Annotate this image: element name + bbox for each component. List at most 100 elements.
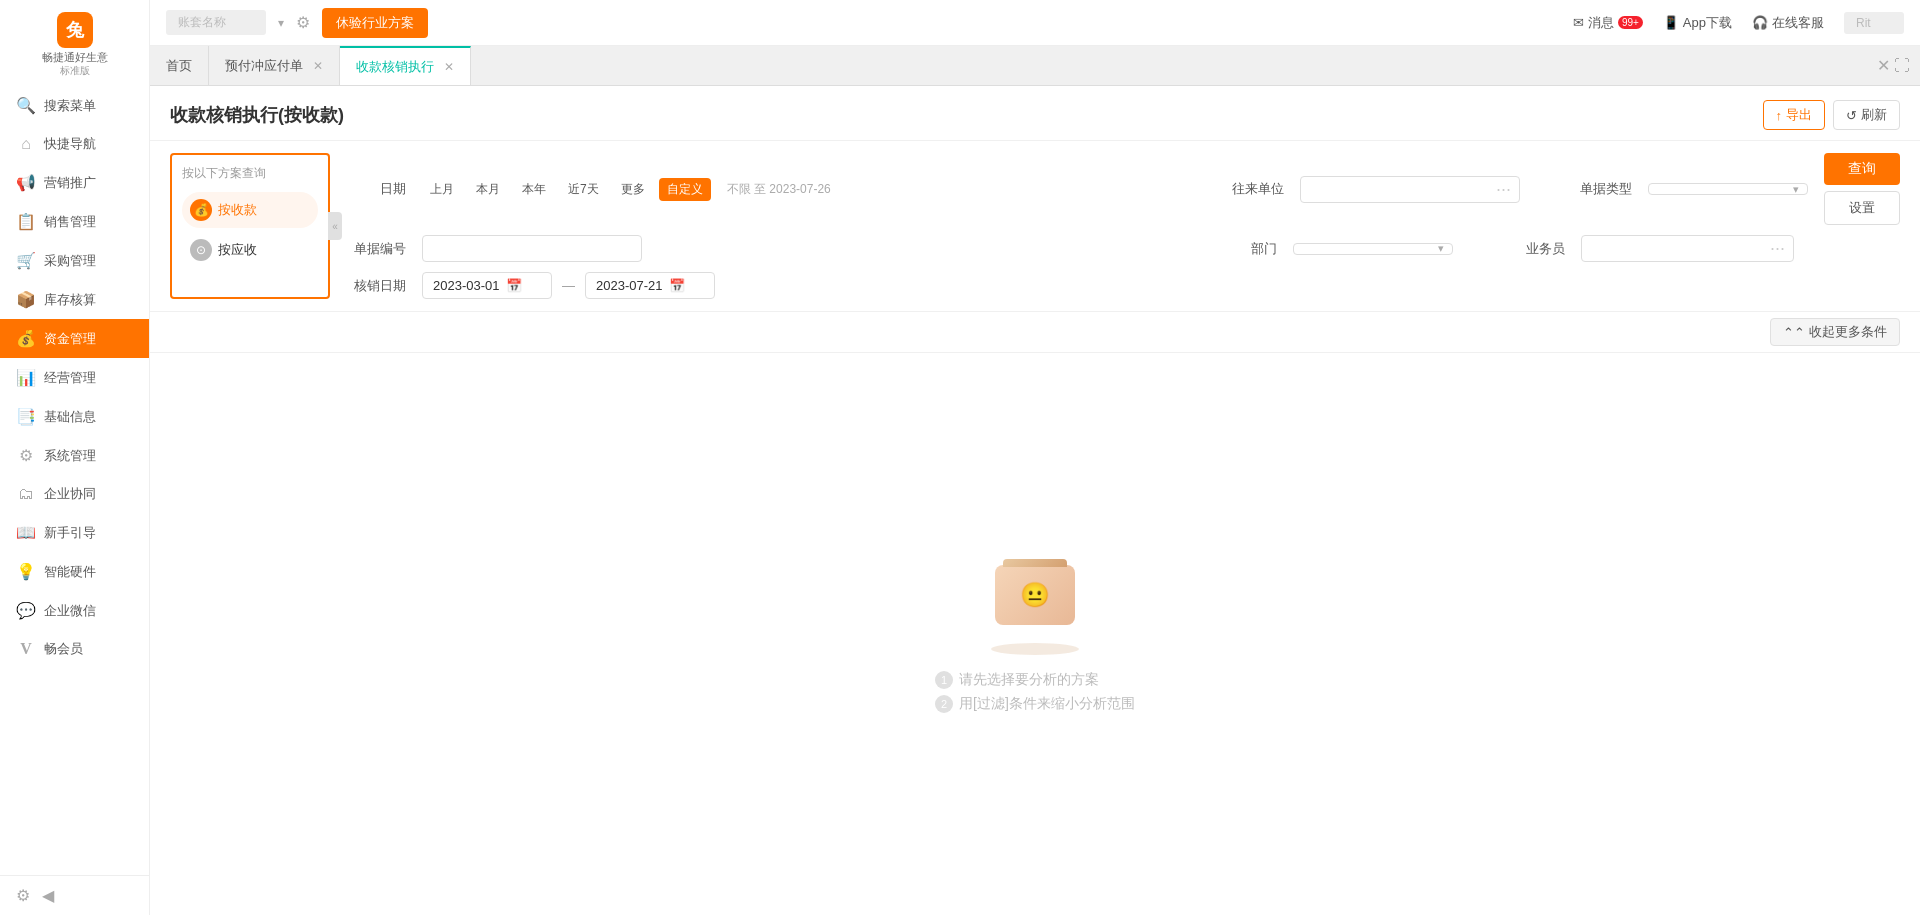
collapse-sidebar-icon[interactable]: ◀ [42, 886, 54, 905]
account-chevron-icon[interactable]: ▾ [278, 16, 284, 30]
calendar-from-icon[interactable]: 📅 [506, 278, 522, 293]
industry-btn[interactable]: 休验行业方案 [322, 8, 428, 38]
date-label: 日期 [346, 180, 406, 198]
message-btn[interactable]: ✉ 消息 99+ [1573, 14, 1643, 32]
sidebar-item-hardware[interactable]: 💡 智能硬件 [0, 552, 149, 591]
filter-option-by-receivable[interactable]: ⊙ 按应收 [182, 232, 318, 268]
sidebar-item-marketing[interactable]: 📢 营销推广 [0, 163, 149, 202]
tab-prepay-close-icon[interactable]: ✕ [313, 59, 323, 73]
counterpart-input[interactable]: ··· [1300, 176, 1520, 203]
date-range-dash: — [562, 278, 575, 293]
empty-illustration: 😐 [975, 555, 1095, 655]
doc-type-select[interactable] [1648, 183, 1808, 195]
export-btn[interactable]: ↑ 导出 [1763, 100, 1826, 130]
settings-filter-btn[interactable]: 设置 [1824, 191, 1900, 225]
sidebar-item-base-info[interactable]: 📑 基础信息 [0, 397, 149, 436]
close-tab-icon[interactable]: ✕ [1877, 56, 1890, 75]
sidebar-item-management[interactable]: 📊 经营管理 [0, 358, 149, 397]
counterpart-label: 往来单位 [1224, 180, 1284, 198]
app-logo-icon: 兔 [57, 12, 93, 48]
sidebar-item-sales[interactable]: 📋 销售管理 [0, 202, 149, 241]
topbar: 账套名称 ▾ ⚙ 休验行业方案 ✉ 消息 99+ 📱 App下载 🎧 在线客服 … [150, 0, 1920, 46]
verify-date-to-field[interactable]: 2023-07-21 📅 [585, 272, 715, 299]
member-icon: V [16, 640, 36, 658]
purchase-icon: 🛒 [16, 251, 36, 270]
sidebar-item-search[interactable]: 🔍 搜索菜单 [0, 86, 149, 125]
topbar-right: ✉ 消息 99+ 📱 App下载 🎧 在线客服 Rit [1573, 12, 1904, 34]
wechat-icon: 💬 [16, 601, 36, 620]
message-label: 消息 [1588, 14, 1614, 32]
sidebar-item-label: 系统管理 [44, 447, 96, 465]
account-selector[interactable]: 账套名称 [166, 10, 266, 35]
hint-2-text: 用[过滤]条件来缩小分析范围 [959, 695, 1135, 713]
app-download-icon: 📱 [1663, 15, 1679, 30]
collapse-conditions-btn[interactable]: ⌃⌃ 收起更多条件 [1770, 318, 1900, 346]
sidebar-item-label: 采购管理 [44, 252, 96, 270]
staff-dots-icon[interactable]: ··· [1770, 238, 1793, 259]
sidebar-item-label: 库存核算 [44, 291, 96, 309]
sidebar-item-label: 资金管理 [44, 330, 96, 348]
user-account[interactable]: Rit [1844, 12, 1904, 34]
date-btn-custom[interactable]: 自定义 [659, 178, 711, 201]
calendar-to-icon[interactable]: 📅 [669, 278, 685, 293]
tabbar: 首页 预付冲应付单 ✕ 收款核销执行 ✕ ✕ ⛶ [150, 46, 1920, 86]
sidebar-item-system[interactable]: ⚙ 系统管理 [0, 436, 149, 475]
date-btn-this-month[interactable]: 本月 [468, 178, 508, 201]
filter-row-1: 日期 上月 本月 本年 近7天 更多 自定义 不限 至 2023-07-26 往… [346, 153, 1900, 225]
sidebar: 兔 畅捷通好生意 标准版 🔍 搜索菜单 ⌂ 快捷导航 📢 营销推广 📋 销售管理… [0, 0, 150, 915]
staff-text-input[interactable] [1582, 236, 1770, 261]
sidebar-item-finance[interactable]: 💰 资金管理 [0, 319, 149, 358]
hint-2-num: 2 [935, 695, 953, 713]
app-download-label: App下载 [1683, 14, 1732, 32]
sidebar-item-purchase[interactable]: 🛒 采购管理 [0, 241, 149, 280]
query-btn[interactable]: 查询 [1824, 153, 1900, 185]
headset-icon: 🎧 [1752, 15, 1768, 30]
app-edition: 标准版 [60, 64, 90, 78]
sidebar-item-inventory[interactable]: 📦 库存核算 [0, 280, 149, 319]
staff-label: 业务员 [1505, 240, 1565, 258]
date-btn-7days[interactable]: 近7天 [560, 178, 607, 201]
sidebar-item-quicknav[interactable]: ⌂ 快捷导航 [0, 125, 149, 163]
logo-area: 兔 畅捷通好生意 标准版 [0, 0, 149, 86]
sidebar-menu: 🔍 搜索菜单 ⌂ 快捷导航 📢 营销推广 📋 销售管理 🛒 采购管理 📦 库存核… [0, 86, 149, 875]
filter-panel-collapse-btn[interactable]: « [328, 212, 342, 240]
app-download-btn[interactable]: 📱 App下载 [1663, 14, 1732, 32]
filter-area: 按以下方案查询 💰 按收款 ⊙ 按应收 « 日期 上月 本月 [150, 141, 1920, 312]
counterpart-text-input[interactable] [1301, 177, 1496, 202]
sidebar-item-label: 快捷导航 [44, 135, 96, 153]
sidebar-item-guide[interactable]: 📖 新手引导 [0, 513, 149, 552]
date-btn-this-year[interactable]: 本年 [514, 178, 554, 201]
receipt-scheme-icon: 💰 [190, 199, 212, 221]
filter-scheme-title: 按以下方案查询 [182, 165, 318, 182]
sidebar-item-wechat[interactable]: 💬 企业微信 [0, 591, 149, 630]
app-name: 畅捷通好生意 [42, 50, 108, 64]
sidebar-item-label: 新手引导 [44, 524, 96, 542]
date-btn-last-month[interactable]: 上月 [422, 178, 462, 201]
tab-prepay[interactable]: 预付冲应付单 ✕ [209, 46, 340, 85]
department-select[interactable] [1293, 243, 1453, 255]
verify-date-from-field[interactable]: 2023-03-01 📅 [422, 272, 552, 299]
online-service-btn[interactable]: 🎧 在线客服 [1752, 14, 1824, 32]
sidebar-item-label: 智能硬件 [44, 563, 96, 581]
sidebar-item-collab[interactable]: 🗂 企业协同 [0, 475, 149, 513]
staff-input[interactable]: ··· [1581, 235, 1794, 262]
doc-number-input[interactable] [422, 235, 642, 262]
expand-tab-icon[interactable]: ⛶ [1894, 57, 1910, 75]
sidebar-footer: ⚙ ◀ [0, 875, 149, 915]
tab-collection-verify[interactable]: 收款核销执行 ✕ [340, 46, 471, 85]
counterpart-dots-icon[interactable]: ··· [1496, 179, 1519, 200]
settings-gear-icon[interactable]: ⚙ [16, 886, 30, 905]
refresh-btn[interactable]: ↺ 刷新 [1833, 100, 1900, 130]
topbar-gear-icon[interactable]: ⚙ [296, 13, 310, 32]
sidebar-item-member[interactable]: V 畅会员 [0, 630, 149, 668]
filter-option-by-receipt[interactable]: 💰 按收款 [182, 192, 318, 228]
sidebar-item-label: 畅会员 [44, 640, 83, 658]
date-btn-more[interactable]: 更多 [613, 178, 653, 201]
collapse-conditions-label: 收起更多条件 [1809, 323, 1887, 341]
tab-collection-verify-close-icon[interactable]: ✕ [444, 60, 454, 74]
finance-icon: 💰 [16, 329, 36, 348]
collapse-conditions-row: ⌃⌃ 收起更多条件 [150, 312, 1920, 353]
verify-date-to-value: 2023-07-21 [596, 278, 663, 293]
tabbar-controls: ✕ ⛶ [1867, 46, 1920, 85]
tab-home[interactable]: 首页 [150, 46, 209, 85]
